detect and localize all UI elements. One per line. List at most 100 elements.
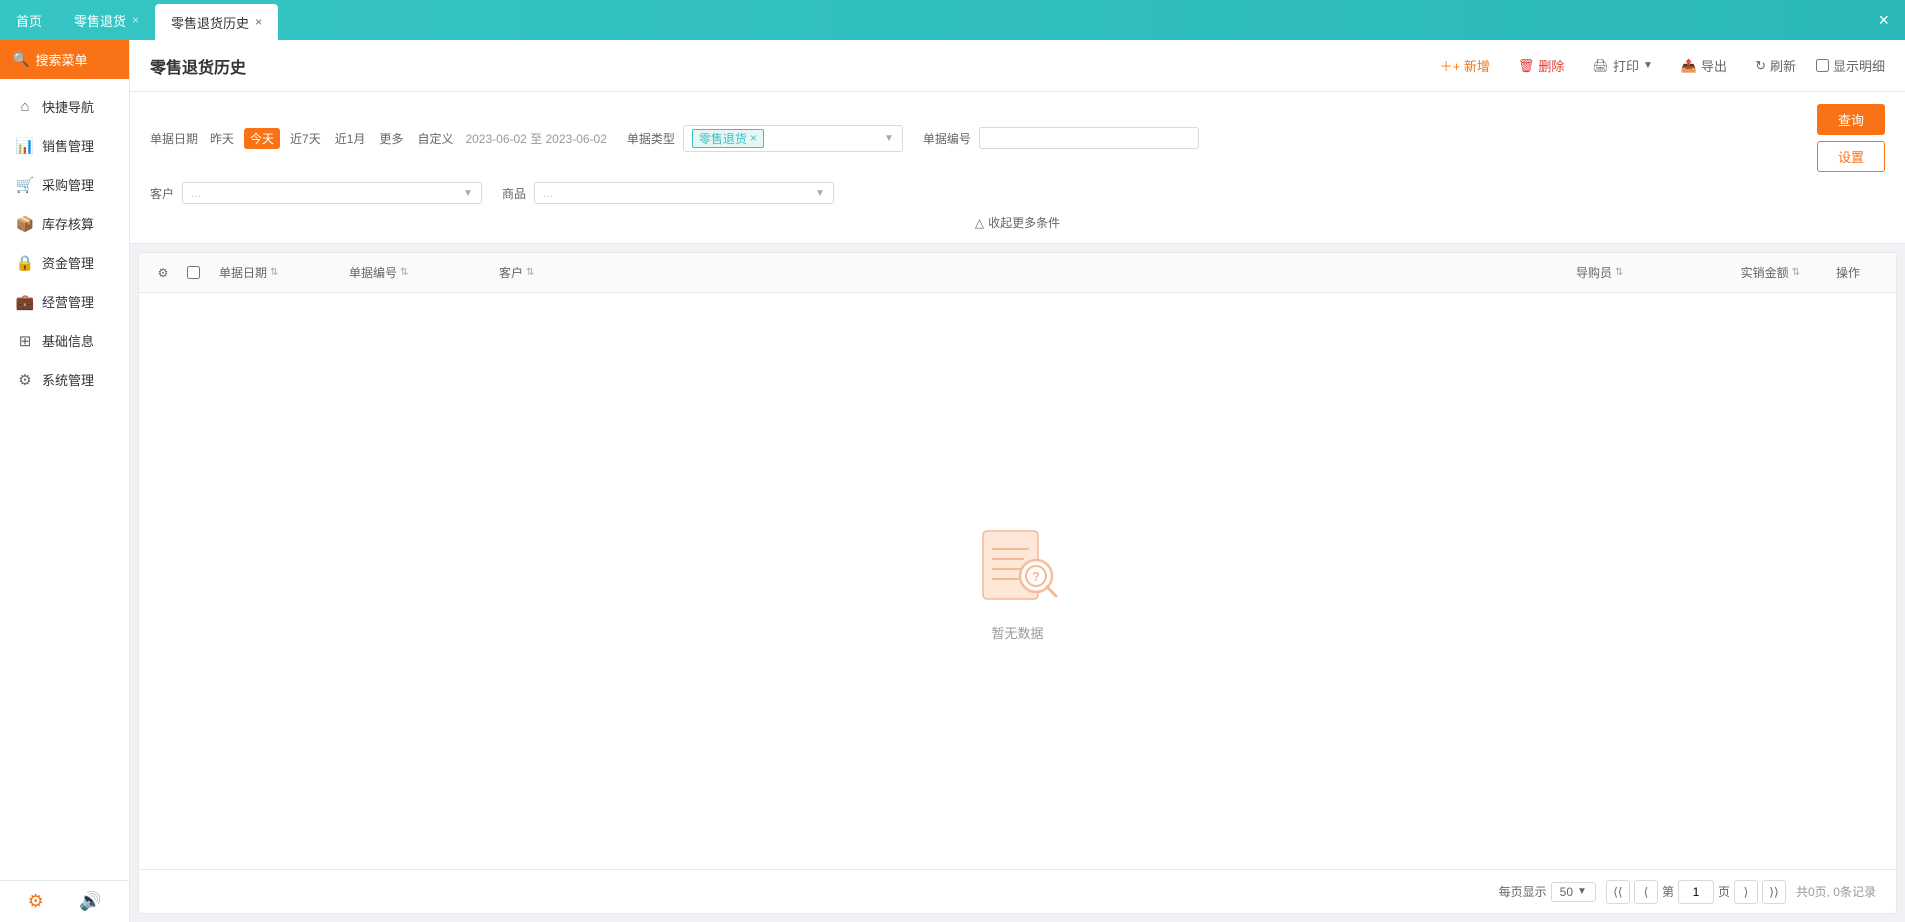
tab-home[interactable]: 首页	[0, 0, 58, 40]
collapse-icon: △	[975, 216, 984, 230]
date-opt-7days[interactable]: 近7天	[286, 128, 325, 149]
export-button[interactable]: 📤 导出	[1673, 52, 1735, 79]
query-btn-group: 查询 设置	[1817, 104, 1885, 172]
sort-customer-icon: ⇅	[526, 267, 534, 278]
export-icon: 📤	[1681, 58, 1697, 74]
page-title: 零售退货历史	[150, 54, 246, 78]
date-range-display: 2023-06-02 至 2023-06-02	[465, 130, 606, 147]
refresh-icon: ↻	[1755, 58, 1766, 74]
sort-num-icon: ⇅	[400, 267, 408, 278]
sidebar-item-basic-info[interactable]: ⊞ 基础信息	[0, 321, 129, 360]
sort-date-icon: ⇅	[270, 267, 278, 278]
page-next-button[interactable]: ⟩	[1734, 880, 1758, 904]
header-actions: ＋ + 新增 🗑 删除 🖨 打印 ▼ 📤 导出 ↻	[1432, 52, 1885, 79]
window-close-button[interactable]: ×	[1862, 10, 1905, 31]
content-area: 零售退货历史 ＋ + 新增 🗑 删除 🖨 打印 ▼ 📤 导出	[130, 40, 1905, 922]
sidebar-item-quick-nav[interactable]: ⌂ 快捷导航	[0, 87, 129, 126]
tab-retail-return-history[interactable]: 零售退货历史 ×	[155, 4, 278, 40]
print-dropdown-icon: ▼	[1643, 60, 1653, 71]
page-last-button[interactable]: ⟩⟩	[1762, 880, 1786, 904]
date-label: 单据日期	[150, 130, 198, 147]
sidebar-item-sales[interactable]: 📊 销售管理	[0, 126, 129, 165]
table-header: ⚙ 单据日期 ⇅ 单据编号 ⇅ 客户 ⇅ 导购员 ⇅	[139, 253, 1896, 293]
new-button[interactable]: ＋ + 新增	[1432, 52, 1498, 79]
voucher-label: 单据编号	[923, 130, 971, 147]
date-opt-1month[interactable]: 近1月	[331, 128, 370, 149]
sidebar-item-operation[interactable]: 💼 经营管理	[0, 282, 129, 321]
tab-retail-return-history-close[interactable]: ×	[255, 15, 262, 29]
page-prev-button[interactable]: ⟨	[1634, 880, 1658, 904]
lock-icon: 🔒	[16, 254, 34, 272]
per-page-chevron-icon: ▼	[1577, 886, 1587, 897]
delete-button[interactable]: 🗑 删除	[1510, 52, 1573, 79]
date-opt-custom[interactable]: 自定义	[413, 128, 457, 149]
gear-icon: ⚙	[16, 371, 34, 389]
filter-voucher-item: 单据编号	[923, 127, 1199, 149]
type-select[interactable]: 零售退货 × ▼	[683, 125, 903, 152]
main-layout: 🔍 搜索菜单 ⌂ 快捷导航 📊 销售管理 🛒 采购管理 📦 库存核算 🔒	[0, 40, 1905, 922]
display-detail-checkbox[interactable]	[1816, 59, 1829, 72]
customer-label: 客户	[150, 185, 174, 202]
col-header-customer[interactable]: 客户 ⇅	[491, 264, 1568, 281]
refresh-button[interactable]: ↻ 刷新	[1747, 52, 1804, 79]
display-detail-checkbox-wrapper: 显示明细	[1816, 56, 1885, 75]
page-number-input[interactable]	[1678, 880, 1714, 904]
filter-date-item: 单据日期 昨天 今天 近7天 近1月 更多 自定义 2023-06-02 至 2…	[150, 128, 607, 149]
goods-label: 商品	[502, 185, 526, 202]
total-info: 共0页, 0条记录	[1796, 883, 1876, 900]
tab-retail-return-close[interactable]: ×	[132, 13, 139, 27]
query-button[interactable]: 查询	[1817, 104, 1885, 135]
sidebar: 🔍 搜索菜单 ⌂ 快捷导航 📊 销售管理 🛒 采购管理 📦 库存核算 🔒	[0, 40, 130, 922]
filter-area: 单据日期 昨天 今天 近7天 近1月 更多 自定义 2023-06-02 至 2…	[130, 92, 1905, 244]
col-header-action: 操作	[1808, 264, 1888, 281]
filter-customer-item: 客户 ... ▼	[150, 182, 482, 204]
pagination-nav: ⟨⟨ ⟨ 第 页 ⟩ ⟩⟩	[1606, 880, 1786, 904]
tab-retail-return[interactable]: 零售退货 ×	[58, 0, 155, 40]
empty-icon: ?	[968, 521, 1068, 611]
volume-icon[interactable]: 🔊	[79, 891, 101, 912]
tag-close-icon[interactable]: ×	[750, 131, 757, 145]
sidebar-search[interactable]: 🔍 搜索菜单	[0, 40, 129, 79]
per-page-dropdown[interactable]: 50 ▼	[1551, 882, 1596, 902]
collapse-button[interactable]: △ 收起更多条件	[975, 214, 1060, 231]
sidebar-item-purchase[interactable]: 🛒 采购管理	[0, 165, 129, 204]
filter-row-2: 客户 ... ▼ 商品 ... ▼	[150, 182, 1885, 204]
table-settings-icon[interactable]: ⚙	[147, 266, 179, 280]
empty-text: 暂无数据	[991, 623, 1043, 642]
settings-icon[interactable]: ⚙	[28, 891, 44, 912]
type-label: 单据类型	[627, 130, 675, 147]
sidebar-bottom: ⚙ 🔊	[0, 880, 129, 922]
type-tag: 零售退货 ×	[692, 129, 764, 148]
cart-icon: 🛒	[16, 176, 34, 194]
sidebar-item-system[interactable]: ⚙ 系统管理	[0, 360, 129, 399]
date-opt-more[interactable]: 更多	[375, 128, 407, 149]
per-page-select: 每页显示 50 ▼	[1499, 882, 1596, 902]
home-icon: ⌂	[16, 98, 34, 116]
topbar: 首页 零售退货 × 零售退货历史 × ×	[0, 0, 1905, 40]
tab-bar: 首页 零售退货 × 零售退货历史 ×	[0, 0, 1862, 40]
box-icon: 📦	[16, 215, 34, 233]
print-button[interactable]: 🖨 打印 ▼	[1584, 52, 1660, 79]
svg-text:?: ?	[1032, 569, 1040, 584]
col-header-num[interactable]: 单据编号 ⇅	[341, 264, 491, 281]
goods-select[interactable]: ... ▼	[534, 182, 834, 204]
table-area: ⚙ 单据日期 ⇅ 单据编号 ⇅ 客户 ⇅ 导购员 ⇅	[138, 252, 1897, 914]
col-header-guide[interactable]: 导购员 ⇅	[1568, 264, 1688, 281]
date-opt-today[interactable]: 今天	[244, 128, 280, 149]
voucher-input[interactable]	[979, 127, 1199, 149]
pagination-bar: 每页显示 50 ▼ ⟨⟨ ⟨ 第 页 ⟩ ⟩⟩ 共0页, 0条记录	[139, 869, 1896, 913]
sidebar-item-inventory[interactable]: 📦 库存核算	[0, 204, 129, 243]
page-label-post: 页	[1718, 883, 1730, 900]
filter-goods-item: 商品 ... ▼	[502, 182, 834, 204]
date-opt-yesterday[interactable]: 昨天	[206, 128, 238, 149]
col-header-date[interactable]: 单据日期 ⇅	[211, 264, 341, 281]
setting-button[interactable]: 设置	[1817, 141, 1885, 172]
customer-select[interactable]: ... ▼	[182, 182, 482, 204]
page-first-button[interactable]: ⟨⟨	[1606, 880, 1630, 904]
grid-icon: ⊞	[16, 332, 34, 350]
table-select-all[interactable]	[179, 266, 211, 279]
sort-guide-icon: ⇅	[1615, 267, 1623, 278]
sidebar-item-finance[interactable]: 🔒 资金管理	[0, 243, 129, 282]
briefcase-icon: 💼	[16, 293, 34, 311]
col-header-amount[interactable]: 实销金额 ⇅	[1688, 264, 1808, 281]
